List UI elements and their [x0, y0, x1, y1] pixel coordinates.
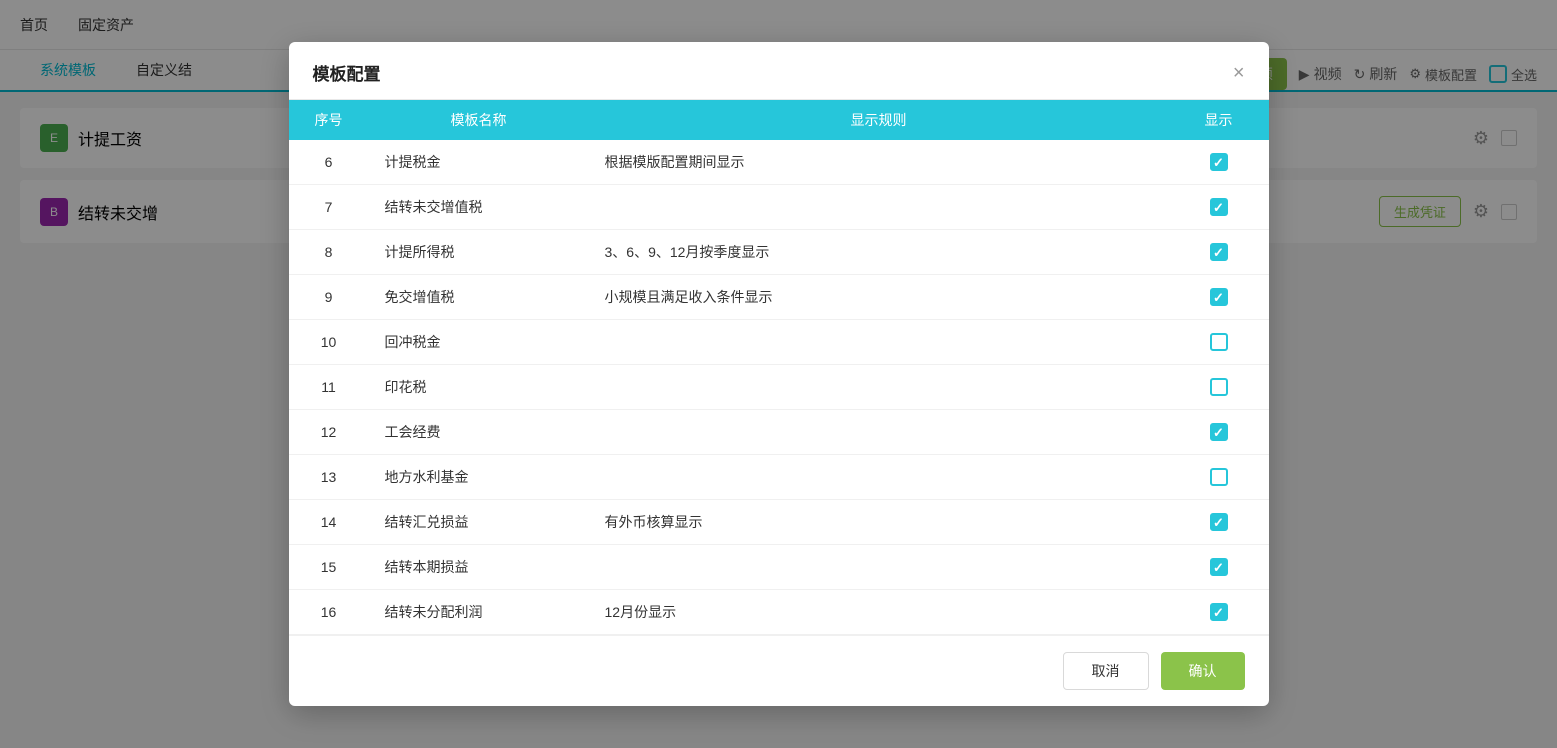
- row-checkbox-0[interactable]: [1210, 153, 1228, 171]
- cell-index-2: 8: [289, 230, 369, 275]
- modal-close-button[interactable]: ×: [1233, 63, 1245, 83]
- cell-name-10: 结转未分配利润: [369, 590, 589, 635]
- modal-title: 模板配置: [313, 60, 381, 85]
- col-header-index: 序号: [289, 100, 369, 140]
- cell-rule-6: [589, 410, 1169, 455]
- table-header-row: 序号 模板名称 显示规则 显示: [289, 100, 1269, 140]
- modal-overlay: 模板配置 × 序号 模板名称 显示规则 显示 6计提税金根据模版配置期间显示7结…: [0, 0, 1557, 748]
- row-checkbox-9[interactable]: [1210, 558, 1228, 576]
- cell-name-3: 免交增值税: [369, 275, 589, 320]
- cell-index-8: 14: [289, 500, 369, 545]
- cancel-button[interactable]: 取消: [1063, 652, 1149, 690]
- cell-check-3: [1169, 275, 1269, 320]
- row-checkbox-10[interactable]: [1210, 603, 1228, 621]
- cell-index-3: 9: [289, 275, 369, 320]
- table-body: 6计提税金根据模版配置期间显示7结转未交增值税8计提所得税3、6、9、12月按季…: [289, 140, 1269, 635]
- table-row: 11印花税: [289, 365, 1269, 410]
- cell-name-9: 结转本期损益: [369, 545, 589, 590]
- table-row: 8计提所得税3、6、9、12月按季度显示: [289, 230, 1269, 275]
- table-row: 14结转汇兑损益有外币核算显示: [289, 500, 1269, 545]
- cell-name-7: 地方水利基金: [369, 455, 589, 500]
- cell-check-8: [1169, 500, 1269, 545]
- table-row: 12工会经费: [289, 410, 1269, 455]
- cell-name-1: 结转未交增值税: [369, 185, 589, 230]
- col-header-rule: 显示规则: [589, 100, 1169, 140]
- cell-check-2: [1169, 230, 1269, 275]
- cell-rule-10: 12月份显示: [589, 590, 1169, 635]
- row-checkbox-7[interactable]: [1210, 468, 1228, 486]
- row-checkbox-2[interactable]: [1210, 243, 1228, 261]
- cell-index-9: 15: [289, 545, 369, 590]
- cell-index-1: 7: [289, 185, 369, 230]
- confirm-button[interactable]: 确认: [1161, 652, 1245, 690]
- cell-index-5: 11: [289, 365, 369, 410]
- cell-name-5: 印花税: [369, 365, 589, 410]
- col-header-display: 显示: [1169, 100, 1269, 140]
- modal-footer: 取消 确认: [289, 635, 1269, 706]
- config-table: 序号 模板名称 显示规则 显示 6计提税金根据模版配置期间显示7结转未交增值税8…: [289, 100, 1269, 635]
- table-head: 序号 模板名称 显示规则 显示: [289, 100, 1269, 140]
- row-checkbox-6[interactable]: [1210, 423, 1228, 441]
- cell-index-10: 16: [289, 590, 369, 635]
- cell-rule-7: [589, 455, 1169, 500]
- cell-name-8: 结转汇兑损益: [369, 500, 589, 545]
- cell-name-2: 计提所得税: [369, 230, 589, 275]
- cell-index-7: 13: [289, 455, 369, 500]
- table-row: 16结转未分配利润12月份显示: [289, 590, 1269, 635]
- cell-check-9: [1169, 545, 1269, 590]
- cell-check-10: [1169, 590, 1269, 635]
- row-checkbox-1[interactable]: [1210, 198, 1228, 216]
- row-checkbox-4[interactable]: [1210, 333, 1228, 351]
- row-checkbox-5[interactable]: [1210, 378, 1228, 396]
- template-config-modal: 模板配置 × 序号 模板名称 显示规则 显示 6计提税金根据模版配置期间显示7结…: [289, 42, 1269, 706]
- table-row: 10回冲税金: [289, 320, 1269, 365]
- cell-name-0: 计提税金: [369, 140, 589, 185]
- cell-rule-3: 小规模且满足收入条件显示: [589, 275, 1169, 320]
- cell-rule-1: [589, 185, 1169, 230]
- cell-rule-2: 3、6、9、12月按季度显示: [589, 230, 1169, 275]
- cell-index-4: 10: [289, 320, 369, 365]
- table-row: 6计提税金根据模版配置期间显示: [289, 140, 1269, 185]
- cell-check-7: [1169, 455, 1269, 500]
- table-row: 15结转本期损益: [289, 545, 1269, 590]
- cell-check-1: [1169, 185, 1269, 230]
- cell-name-6: 工会经费: [369, 410, 589, 455]
- cell-rule-5: [589, 365, 1169, 410]
- row-checkbox-3[interactable]: [1210, 288, 1228, 306]
- cell-rule-9: [589, 545, 1169, 590]
- table-row: 9免交增值税小规模且满足收入条件显示: [289, 275, 1269, 320]
- cell-name-4: 回冲税金: [369, 320, 589, 365]
- cell-rule-4: [589, 320, 1169, 365]
- table-row: 13地方水利基金: [289, 455, 1269, 500]
- row-checkbox-8[interactable]: [1210, 513, 1228, 531]
- cell-check-6: [1169, 410, 1269, 455]
- modal-header: 模板配置 ×: [289, 42, 1269, 100]
- table-row: 7结转未交增值税: [289, 185, 1269, 230]
- cell-check-4: [1169, 320, 1269, 365]
- cell-check-0: [1169, 140, 1269, 185]
- modal-body: 序号 模板名称 显示规则 显示 6计提税金根据模版配置期间显示7结转未交增值税8…: [289, 100, 1269, 635]
- col-header-name: 模板名称: [369, 100, 589, 140]
- cell-index-6: 12: [289, 410, 369, 455]
- cell-index-0: 6: [289, 140, 369, 185]
- cell-check-5: [1169, 365, 1269, 410]
- cell-rule-8: 有外币核算显示: [589, 500, 1169, 545]
- cell-rule-0: 根据模版配置期间显示: [589, 140, 1169, 185]
